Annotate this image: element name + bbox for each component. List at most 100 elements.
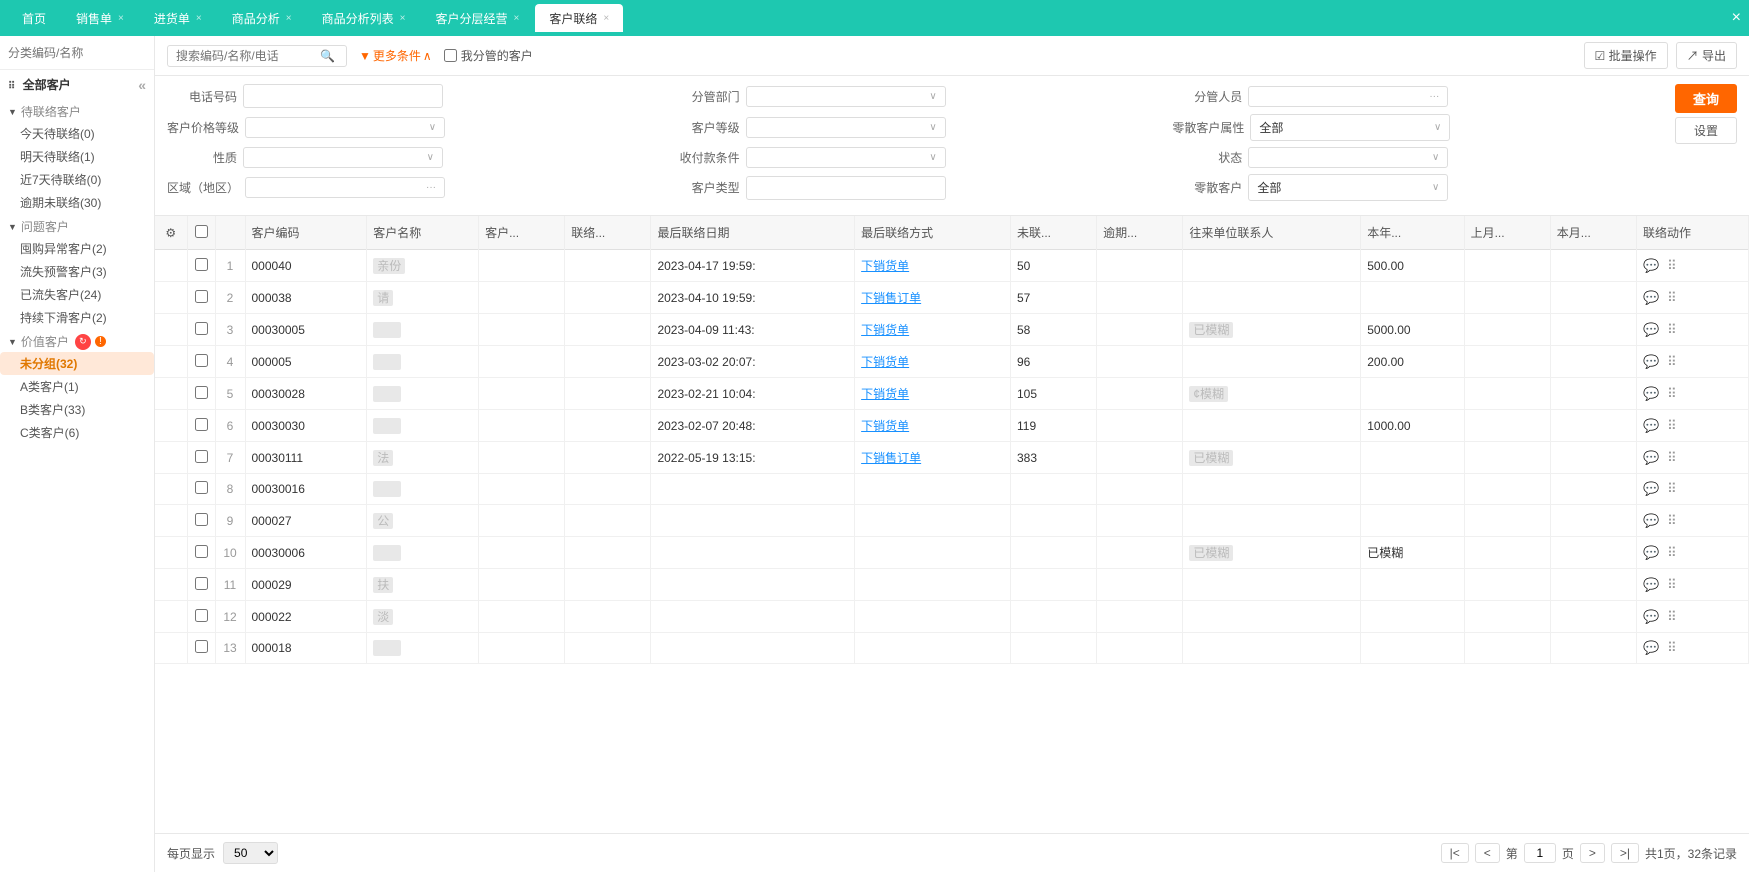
more-action-icon[interactable]: ⠿ [1667,640,1677,656]
region-input[interactable]: ··· [245,177,445,198]
sidebar-item-tomorrow[interactable]: 明天待联络(1) [0,145,154,168]
tab-purchase-close[interactable]: × [196,13,202,24]
phone-input[interactable] [243,84,443,108]
more-action-icon[interactable]: ⠿ [1667,513,1677,529]
sidebar-all-customers[interactable]: ⠿ 全部客户 « [0,70,154,99]
sidebar-search-input[interactable] [8,46,155,60]
search-button[interactable]: 查询 [1675,84,1737,113]
message-icon[interactable]: 💬 [1643,609,1659,625]
contact-method-link[interactable]: 下销货单 [861,387,909,401]
sidebar-item-overdue[interactable]: 逾期未联络(30) [0,191,154,214]
more-action-icon[interactable]: ⠿ [1667,258,1677,274]
sidebar-item-7days[interactable]: 近7天待联络(0) [0,168,154,191]
message-icon[interactable]: 💬 [1643,545,1659,561]
status-select[interactable]: ∨ [1248,147,1448,168]
tab-customer-segment[interactable]: 客户分层经营 × [421,4,533,32]
message-icon[interactable]: 💬 [1643,322,1659,338]
group-problem-customers[interactable]: ▼ 问题客户 [0,214,154,237]
nature-select[interactable]: ∨ [243,147,443,168]
message-icon[interactable]: 💬 [1643,258,1659,274]
message-icon[interactable]: 💬 [1643,418,1659,434]
more-action-icon[interactable]: ⠿ [1667,450,1677,466]
row-checkbox[interactable] [195,640,208,653]
more-action-icon[interactable]: ⠿ [1667,354,1677,370]
td-checkbox[interactable] [187,537,215,569]
row-checkbox[interactable] [195,609,208,622]
row-checkbox[interactable] [195,418,208,431]
message-icon[interactable]: 💬 [1643,386,1659,402]
message-icon[interactable]: 💬 [1643,354,1659,370]
reset-button[interactable]: 设置 [1675,117,1737,144]
td-checkbox[interactable] [187,378,215,410]
td-checkbox[interactable] [187,505,215,537]
retail-customer-select[interactable]: 全部∨ [1248,174,1448,201]
price-grade-select[interactable]: ∨ [245,117,445,138]
contact-method-link[interactable]: 下销售订单 [861,451,921,465]
dept-select[interactable]: ∨ [746,86,946,107]
tab-customer-contact-close[interactable]: × [603,13,609,24]
tab-purchase[interactable]: 进货单 × [140,4,216,32]
td-checkbox[interactable] [187,474,215,505]
row-checkbox[interactable] [195,481,208,494]
more-action-icon[interactable]: ⠿ [1667,609,1677,625]
export-button[interactable]: ↗ 导出 [1676,42,1737,69]
person-input[interactable]: ··· [1248,86,1448,107]
message-icon[interactable]: 💬 [1643,290,1659,306]
tab-product-analysis[interactable]: 商品分析 × [218,4,306,32]
sidebar-collapse-icon[interactable]: « [138,77,146,93]
row-checkbox[interactable] [195,322,208,335]
retail-attr-select[interactable]: 全部∨ [1250,114,1450,141]
sidebar-item-churned[interactable]: 已流失客户(24) [0,283,154,306]
row-checkbox[interactable] [195,513,208,526]
td-checkbox[interactable] [187,410,215,442]
sidebar-item-class-b[interactable]: B类客户(33) [0,398,154,421]
tab-product-analysis-list[interactable]: 商品分析列表 × [308,4,420,32]
message-icon[interactable]: 💬 [1643,577,1659,593]
more-action-icon[interactable]: ⠿ [1667,322,1677,338]
contact-method-link[interactable]: 下销货单 [861,419,909,433]
close-all-button[interactable]: × [1732,9,1741,27]
sidebar-item-declining[interactable]: 持续下滑客户(2) [0,306,154,329]
last-page-button[interactable]: >| [1611,843,1639,863]
prev-page-button[interactable]: < [1475,843,1500,863]
customer-type-input[interactable] [746,176,946,200]
sidebar-item-hoarding-anomaly[interactable]: 囤购异常客户(2) [0,237,154,260]
more-action-icon[interactable]: ⠿ [1667,577,1677,593]
contact-method-link[interactable]: 下销货单 [861,259,909,273]
message-icon[interactable]: 💬 [1643,640,1659,656]
td-checkbox[interactable] [187,282,215,314]
row-checkbox[interactable] [195,545,208,558]
page-size-select[interactable]: 50 20 100 [223,842,278,864]
td-checkbox[interactable] [187,442,215,474]
more-action-icon[interactable]: ⠿ [1667,481,1677,497]
sidebar-item-ungrouped[interactable]: 未分组(32) [0,352,154,375]
batch-ops-button[interactable]: ☑ 批量操作 [1584,42,1668,69]
more-conditions-button[interactable]: ▼ 更多条件 ∧ [359,47,432,64]
row-checkbox[interactable] [195,290,208,303]
tab-sales-close[interactable]: × [118,13,124,24]
group-pending-contact[interactable]: ▼ 待联络客户 [0,99,154,122]
customer-grade-select[interactable]: ∨ [746,117,946,138]
td-checkbox[interactable] [187,314,215,346]
payment-select[interactable]: ∨ [746,147,946,168]
contact-method-link[interactable]: 下销货单 [861,323,909,337]
tab-product-analysis-close[interactable]: × [286,13,292,24]
th-checkbox[interactable] [187,216,215,250]
td-checkbox[interactable] [187,250,215,282]
contact-method-link[interactable]: 下销货单 [861,355,909,369]
more-action-icon[interactable]: ⠿ [1667,418,1677,434]
row-checkbox[interactable] [195,258,208,271]
next-page-button[interactable]: > [1580,843,1605,863]
select-all-checkbox[interactable] [195,225,208,238]
tab-customer-contact[interactable]: 客户联络 × [535,4,623,32]
tab-customer-segment-close[interactable]: × [513,13,519,24]
filter-search-input[interactable] [176,49,316,63]
tab-sales[interactable]: 销售单 × [62,4,138,32]
td-checkbox[interactable] [187,569,215,601]
sidebar-item-churn-warning[interactable]: 流失预警客户(3) [0,260,154,283]
more-action-icon[interactable]: ⠿ [1667,545,1677,561]
group-value-customers[interactable]: ▼ 价值客户 ↻ ! [0,329,154,352]
refresh-badge[interactable]: ↻ [75,334,91,350]
filter-search-icon[interactable]: 🔍 [320,49,335,63]
first-page-button[interactable]: |< [1441,843,1469,863]
